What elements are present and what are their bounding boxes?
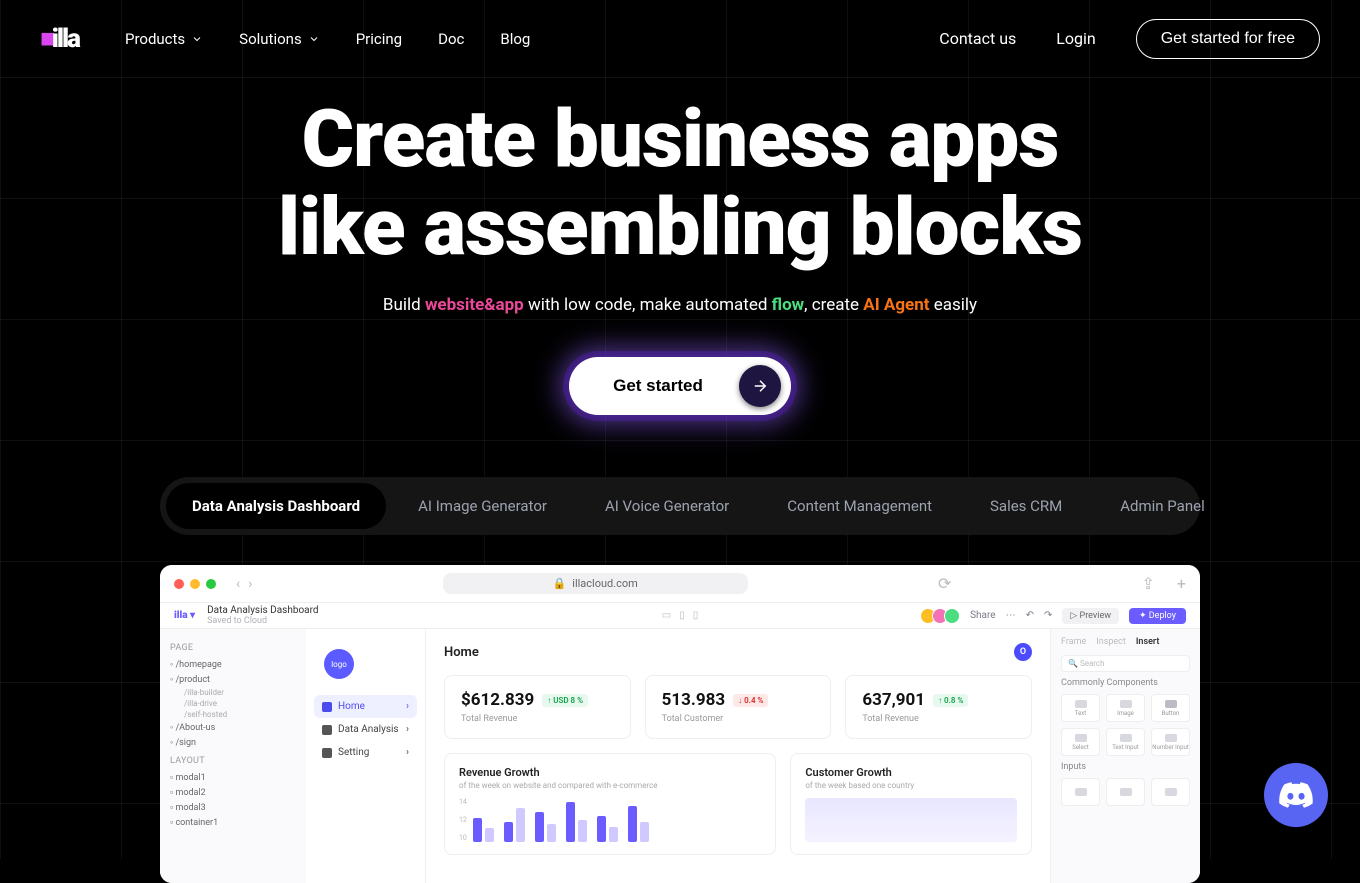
layout-item[interactable]: ▫ modal3: [170, 800, 296, 815]
canvas: Home O $612.839↑ USD 8 % Total Revenue 5…: [426, 629, 1050, 883]
chevron-down-icon: [308, 33, 320, 45]
reload-icon[interactable]: ⟳: [938, 574, 951, 593]
component-item[interactable]: [1061, 778, 1100, 806]
contact-link[interactable]: Contact us: [939, 29, 1016, 48]
app-preview: ‹ › 🔒 illacloud.com ⟳ ⇪ + illa ▾ Data An…: [160, 565, 1200, 883]
app-logo: logo: [324, 649, 354, 679]
stat-card: 513.983↓ 0.4 % Total Customer: [645, 675, 832, 739]
tab-inspect[interactable]: Inspect: [1096, 637, 1126, 647]
back-icon[interactable]: ‹: [236, 576, 240, 592]
chevron-right-icon: ›: [406, 747, 409, 758]
revenue-growth-chart: Revenue Growth of the week on website an…: [444, 753, 776, 855]
nav-products[interactable]: Products: [125, 30, 203, 48]
page-item[interactable]: ◦ /homepage: [170, 657, 296, 672]
new-tab-icon[interactable]: +: [1177, 574, 1186, 593]
collaborator-avatars: [924, 608, 960, 624]
deploy-button[interactable]: ✦ Deploy: [1129, 608, 1186, 624]
page-item[interactable]: ◦ /product: [170, 672, 296, 687]
tab-frame[interactable]: Frame: [1061, 637, 1086, 647]
tab-data-analysis[interactable]: Data Analysis Dashboard: [166, 483, 386, 529]
share-link[interactable]: Share: [970, 610, 995, 621]
hero-section: Create business apps like assembling blo…: [0, 77, 1360, 415]
stat-card: 637,901↑ 0.8 % Total Revenue: [845, 675, 1032, 739]
discord-fab[interactable]: [1264, 763, 1328, 827]
app-titlebar: illa ▾ Data Analysis Dashboard Saved to …: [160, 603, 1200, 629]
tab-insert[interactable]: Insert: [1136, 637, 1160, 647]
hero-subtitle: Build website&app with low code, make au…: [0, 295, 1360, 315]
get-started-free-button[interactable]: Get started for free: [1136, 19, 1320, 59]
stat-card: $612.839↑ USD 8 % Total Revenue: [444, 675, 631, 739]
tab-content-mgmt[interactable]: Content Management: [761, 483, 958, 529]
tab-ai-voice[interactable]: AI Voice Generator: [579, 483, 755, 529]
desktop-icon[interactable]: ▭: [662, 610, 671, 621]
home-icon: [322, 702, 332, 712]
nav-setting[interactable]: Setting ›: [314, 741, 417, 764]
share-icon[interactable]: ⇪: [1141, 574, 1154, 593]
page-heading: Home: [444, 645, 479, 660]
get-started-button[interactable]: Get started: [569, 357, 791, 415]
traffic-lights: [174, 579, 216, 589]
component-button[interactable]: Button: [1151, 694, 1190, 722]
chevron-right-icon: ›: [406, 724, 409, 735]
tablet-icon[interactable]: ▯: [679, 610, 685, 621]
component-number-input[interactable]: Number Input: [1151, 728, 1190, 756]
undo-icon[interactable]: ↶: [1026, 610, 1034, 621]
url-bar[interactable]: 🔒 illacloud.com: [443, 573, 748, 594]
browser-chrome: ‹ › 🔒 illacloud.com ⟳ ⇪ +: [160, 565, 1200, 603]
page-item[interactable]: ◦ /sign: [170, 735, 296, 750]
more-icon[interactable]: ⋯: [1006, 610, 1016, 621]
hero-title: Create business apps like assembling blo…: [0, 95, 1360, 271]
tab-ai-image[interactable]: AI Image Generator: [392, 483, 573, 529]
arrow-right-icon: [739, 365, 781, 407]
chart-icon: [322, 725, 332, 735]
example-tabs: Data Analysis Dashboard AI Image Generat…: [160, 477, 1200, 535]
inspector-panel: Frame Inspect Insert 🔍 Search Commonly C…: [1050, 629, 1200, 883]
app-sidebar: logo Home › Data Analysis › Setting ›: [306, 629, 426, 883]
nav-doc[interactable]: Doc: [438, 30, 464, 48]
component-item[interactable]: [1151, 778, 1190, 806]
nav-data-analysis[interactable]: Data Analysis ›: [314, 718, 417, 741]
page-item[interactable]: /self-hosted: [170, 709, 296, 720]
forward-icon[interactable]: ›: [248, 576, 252, 592]
tab-sales-crm[interactable]: Sales CRM: [964, 483, 1088, 529]
component-text-input[interactable]: Text Input: [1106, 728, 1145, 756]
nav-pricing[interactable]: Pricing: [356, 30, 402, 48]
component-image[interactable]: Image: [1106, 694, 1145, 722]
lock-icon: 🔒: [553, 577, 567, 590]
logo[interactable]: ■illa: [40, 23, 79, 54]
login-link[interactable]: Login: [1056, 29, 1095, 48]
customer-growth-chart: Customer Growth of the week based one co…: [790, 753, 1032, 855]
component-search[interactable]: 🔍 Search: [1061, 655, 1190, 672]
tab-admin-panel[interactable]: Admin Panel: [1094, 483, 1230, 529]
chevron-down-icon: [191, 33, 203, 45]
component-item[interactable]: [1106, 778, 1145, 806]
redo-icon[interactable]: ↷: [1044, 610, 1052, 621]
page-item[interactable]: ◦ /About-us: [170, 720, 296, 735]
component-select[interactable]: Select: [1061, 728, 1100, 756]
page-item[interactable]: /illa-drive: [170, 698, 296, 709]
gear-icon: [322, 748, 332, 758]
nav-home[interactable]: Home ›: [314, 695, 417, 718]
status-badge: O: [1014, 643, 1032, 661]
top-nav: ■illa Products Solutions Pricing Doc Blo…: [0, 0, 1360, 77]
component-text[interactable]: Text: [1061, 694, 1100, 722]
nav-solutions[interactable]: Solutions: [239, 30, 320, 48]
discord-icon: [1279, 782, 1313, 808]
preview-button[interactable]: ▷ Preview: [1062, 608, 1119, 624]
pages-panel: PAGE ◦ /homepage ◦ /product /illa-builde…: [160, 629, 306, 883]
layout-item[interactable]: ▫ container1: [170, 815, 296, 830]
layout-item[interactable]: ▫ modal2: [170, 785, 296, 800]
page-item[interactable]: /illa-builder: [170, 687, 296, 698]
layout-item[interactable]: ▫ modal1: [170, 770, 296, 785]
chevron-right-icon: ›: [406, 701, 409, 712]
nav-blog[interactable]: Blog: [500, 30, 530, 48]
